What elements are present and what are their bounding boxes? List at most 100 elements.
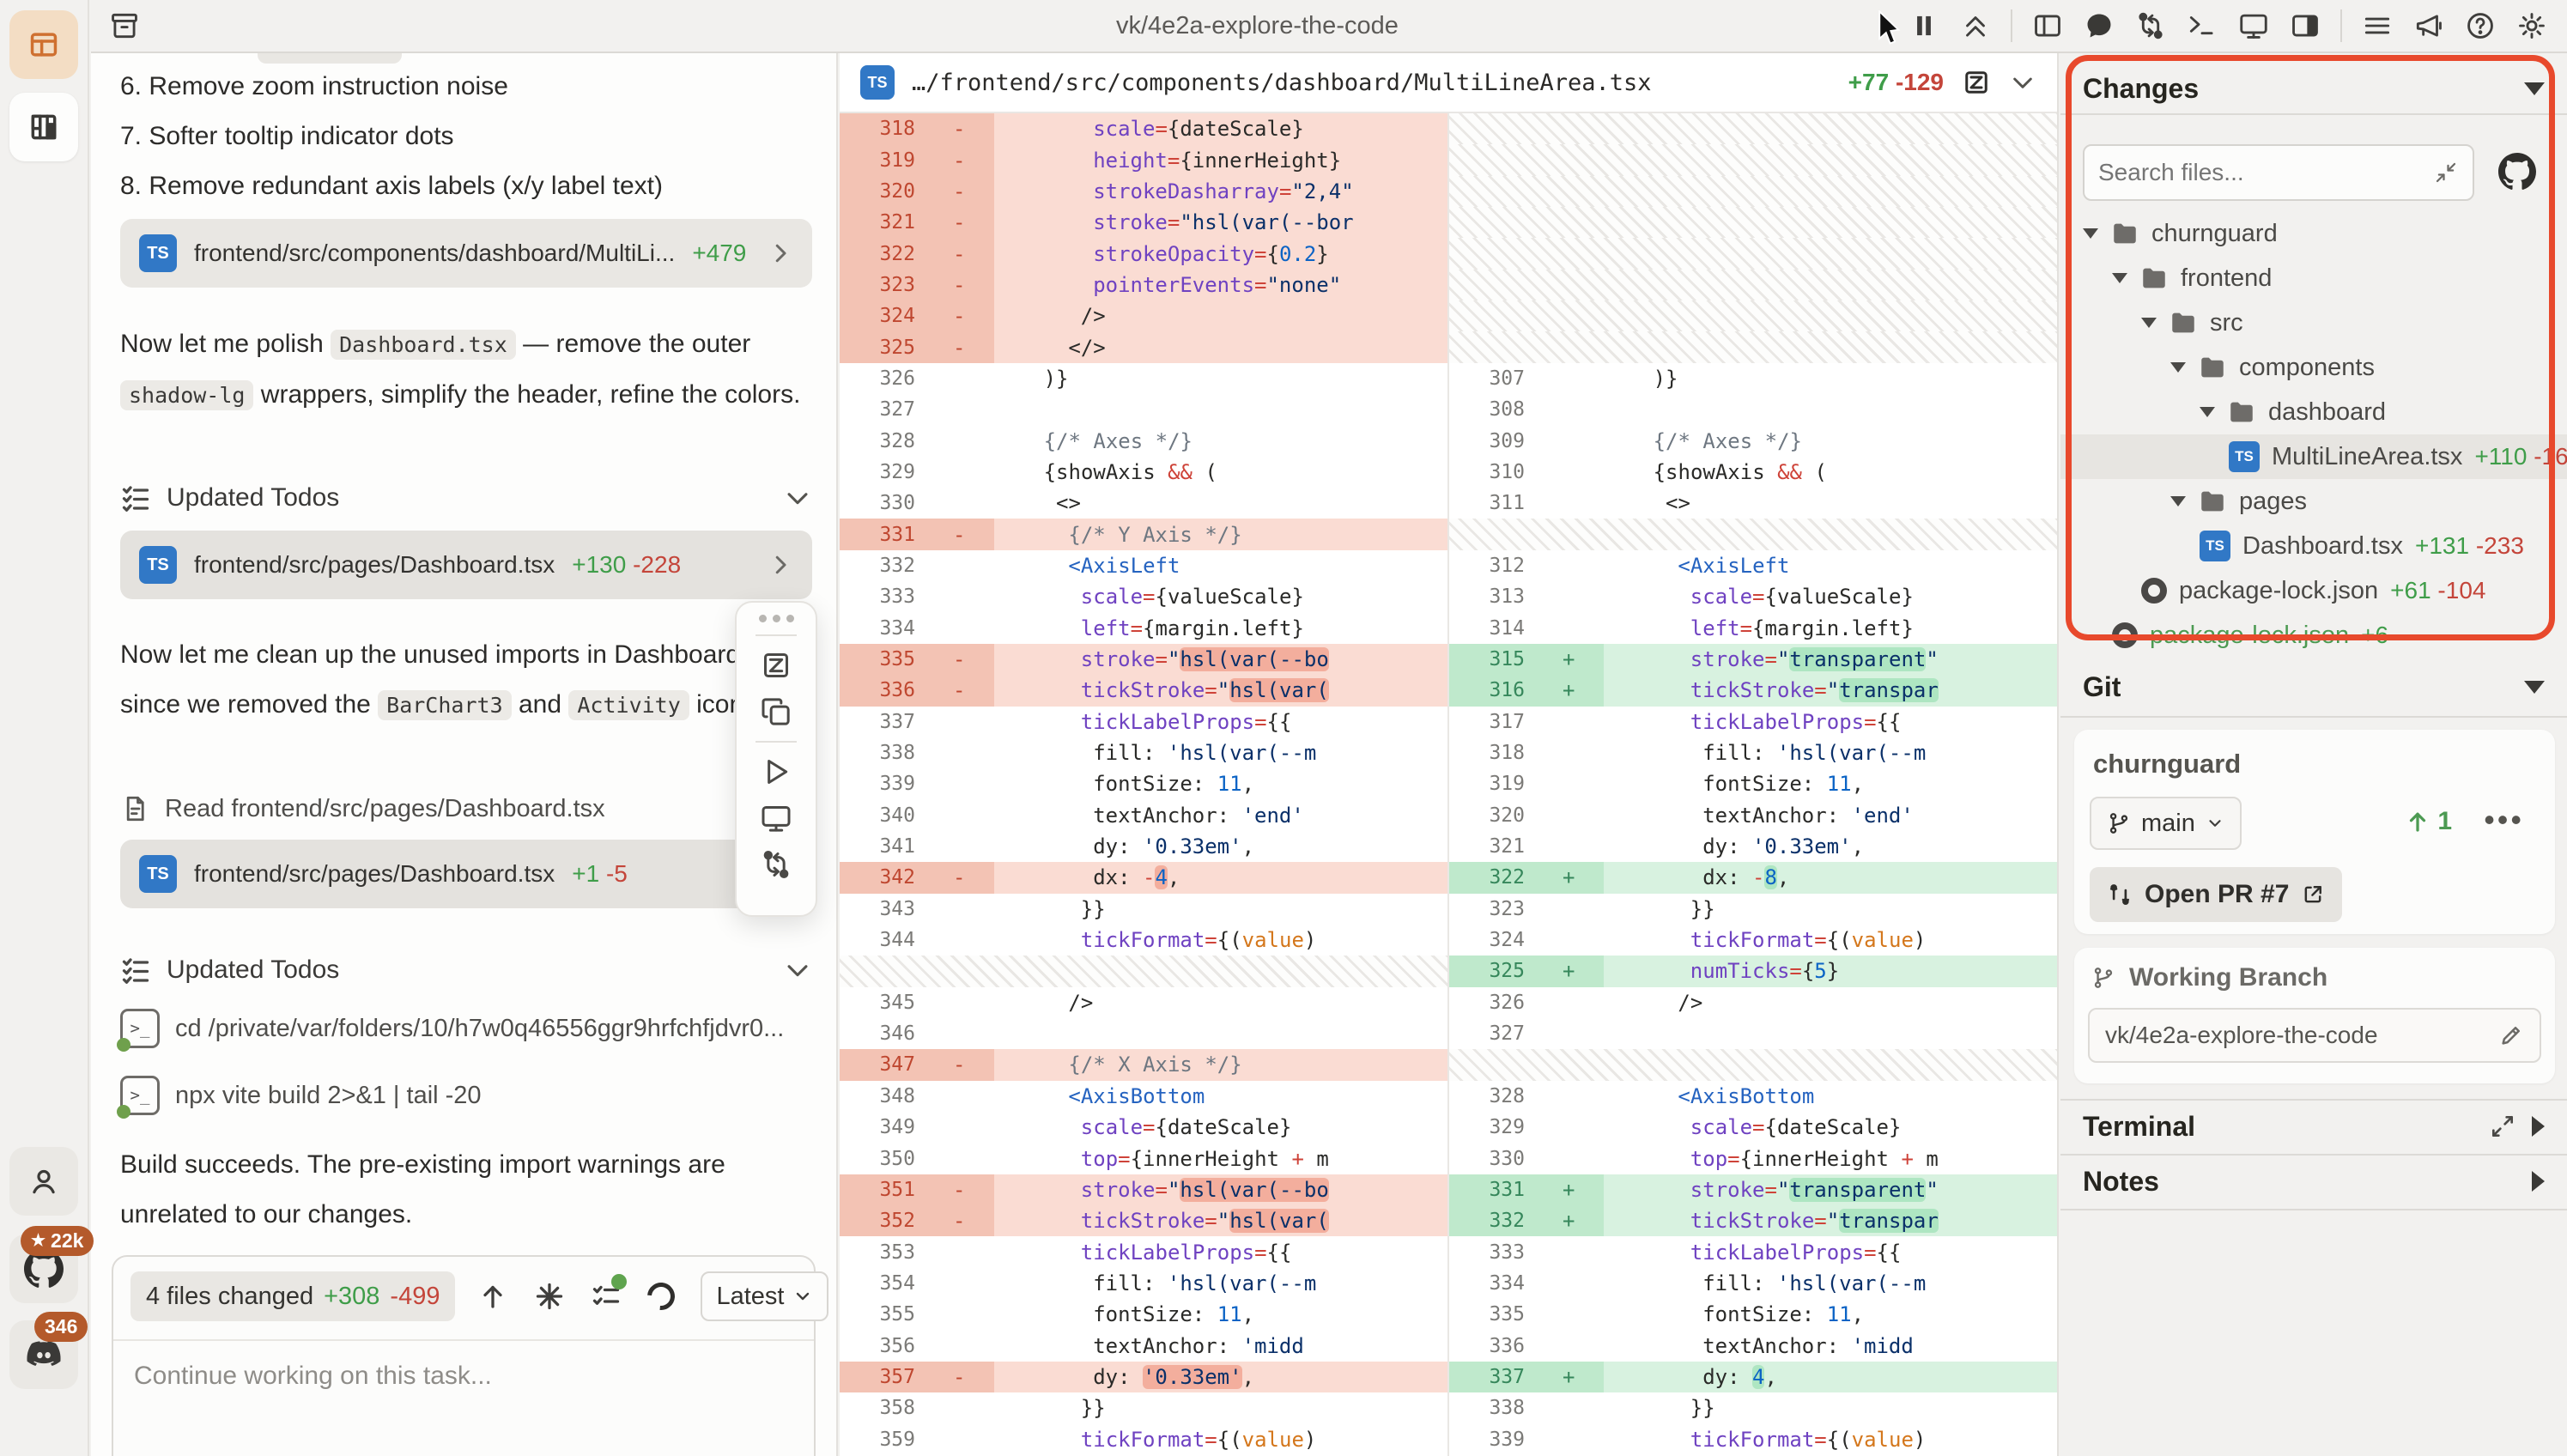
- branch-dropdown[interactable]: main: [2090, 797, 2242, 850]
- expand-arrow-icon: [2112, 273, 2127, 283]
- diff-new-column: 307)}308309{/* Axes */}310{showAxis && (…: [1449, 113, 2057, 1456]
- message-input[interactable]: Continue working on this task...: [134, 1362, 492, 1391]
- git-section-header[interactable]: Git: [2060, 663, 2567, 711]
- diff-line: 325-</>: [840, 331, 1447, 362]
- version-dropdown[interactable]: Latest: [701, 1271, 828, 1321]
- diff-line: 339tickFormat={(value): [1449, 1423, 2057, 1454]
- tree-item-src[interactable]: src: [2060, 300, 2567, 345]
- updated-todos-row[interactable]: Updated Todos: [120, 474, 812, 522]
- diff-line: 350top={innerHeight + m: [840, 1143, 1447, 1174]
- diff-line: 310{showAxis && (: [1449, 457, 2057, 488]
- left-rail: ★22k 346: [0, 0, 89, 1456]
- diff-line: 319fontSize: 11,: [1449, 768, 2057, 799]
- kanban-view-button[interactable]: [9, 93, 78, 161]
- burst-icon[interactable]: [534, 1281, 565, 1312]
- todos-indicator[interactable]: [591, 1281, 622, 1312]
- tree-item-pages[interactable]: pages: [2060, 479, 2567, 524]
- notes-section-header[interactable]: Notes: [2060, 1157, 2567, 1205]
- tree-item-components[interactable]: components: [2060, 345, 2567, 390]
- expand-icon[interactable]: [2489, 1113, 2516, 1140]
- diff-stamp-icon[interactable]: [1961, 67, 1992, 98]
- panel-left-icon[interactable]: [2031, 9, 2064, 42]
- open-pr-button[interactable]: Open PR #7: [2090, 867, 2342, 922]
- inline-code: Dashboard.tsx: [331, 330, 516, 360]
- chevron-down-icon[interactable]: [783, 483, 812, 513]
- pr-compare-icon: [2107, 882, 2133, 907]
- diff-line: 329{showAxis && (: [840, 457, 1447, 488]
- menu-icon[interactable]: [2361, 9, 2394, 42]
- terminal-command-row[interactable]: >_ cd /private/var/folders/10/h7w0q46556…: [120, 1004, 812, 1053]
- git-compare-icon[interactable]: [759, 847, 793, 882]
- file-path: frontend/src/components/dashboard/MultiL…: [194, 240, 675, 267]
- pencil-icon[interactable]: [2498, 1022, 2524, 1048]
- diff-file-path: …/frontend/src/components/dashboard/Mult…: [912, 70, 1652, 96]
- collapse-tree-icon[interactable]: [2433, 160, 2459, 185]
- diff-line: [1449, 176, 2057, 207]
- tree-item-dashboard-tsx[interactable]: TSDashboard.tsx+131 -233: [2060, 524, 2567, 568]
- collapse-up-icon[interactable]: [1959, 9, 1992, 42]
- pause-icon[interactable]: [1908, 9, 1940, 42]
- diff-line: 318fill: 'hsl(var(--m: [1449, 737, 2057, 768]
- git-compare-icon[interactable]: [2134, 9, 2167, 42]
- working-branch-field[interactable]: vk/4e2a-explore-the-code: [2088, 1008, 2541, 1063]
- chevron-down-icon: [792, 1286, 813, 1307]
- search-input[interactable]: [2098, 159, 2433, 186]
- chevron-right-icon: [768, 552, 793, 578]
- tree-item-frontend[interactable]: frontend: [2060, 256, 2567, 300]
- typescript-icon: TS: [860, 65, 895, 100]
- workspace-layout-button[interactable]: [9, 10, 78, 79]
- file-change-chip[interactable]: TS frontend/src/components/dashboard/Mul…: [120, 219, 812, 288]
- megaphone-icon[interactable]: [2412, 9, 2445, 42]
- tree-item-package-lock-json[interactable]: package-lock.json+6: [2060, 613, 2567, 658]
- tree-item-dashboard[interactable]: dashboard: [2060, 390, 2567, 434]
- account-button[interactable]: [9, 1147, 78, 1216]
- external-link-icon: [2301, 883, 2325, 907]
- chat-panel: 6. Remove zoom instruction noise 7. Soft…: [91, 53, 838, 1456]
- drag-handle-icon[interactable]: [759, 615, 794, 622]
- panel-right-icon[interactable]: [2289, 9, 2321, 42]
- diff-line: 332<AxisLeft: [840, 550, 1447, 581]
- more-menu[interactable]: •••: [2484, 802, 2524, 838]
- file-change-chip[interactable]: TS frontend/src/pages/Dashboard.tsx +1 -…: [120, 840, 812, 908]
- read-file-row[interactable]: Read frontend/src/pages/Dashboard.tsx: [120, 785, 812, 833]
- tree-item-churnguard[interactable]: churnguard: [2060, 211, 2567, 256]
- tree-item-multilinearea-tsx[interactable]: TSMultiLineArea.tsx+110 -162: [2060, 434, 2567, 479]
- diff-line: 315+stroke="transparent": [1449, 644, 2057, 675]
- github-icon[interactable]: [2498, 153, 2536, 191]
- file-search[interactable]: [2083, 144, 2474, 201]
- diff-line: 359tickFormat={(value): [840, 1423, 1447, 1454]
- scroll-up-icon[interactable]: [477, 1281, 508, 1312]
- spinner-icon: [642, 1277, 681, 1315]
- settings-icon[interactable]: [2515, 9, 2548, 42]
- archive-icon[interactable]: [108, 9, 141, 42]
- copy-icon[interactable]: [759, 695, 793, 729]
- file-name: src: [2210, 309, 2243, 337]
- file-change-chip[interactable]: TS frontend/src/pages/Dashboard.tsx +130…: [120, 531, 812, 599]
- diff-stamp-icon[interactable]: [759, 648, 793, 682]
- diff-line: 324-/>: [840, 300, 1447, 331]
- changes-section-header[interactable]: Changes: [2060, 64, 2567, 113]
- status-dot: [117, 1038, 130, 1052]
- monitor-icon[interactable]: [2237, 9, 2270, 42]
- updated-todos-row[interactable]: Updated Todos: [120, 946, 812, 994]
- diff-line: 354fill: 'hsl(var(--m: [840, 1268, 1447, 1299]
- chevron-down-icon[interactable]: [783, 956, 812, 985]
- files-changed-chip[interactable]: 4 files changed +308 -499: [130, 1271, 455, 1321]
- folder-icon: [2169, 308, 2198, 337]
- diff-line: [1449, 519, 2057, 549]
- diff-line: [840, 956, 1447, 986]
- file-name: dashboard: [2268, 398, 2386, 427]
- tree-item-package-lock-json[interactable]: package-lock.json+61 -104: [2060, 568, 2567, 613]
- terminal-icon[interactable]: [2186, 9, 2218, 42]
- run-icon[interactable]: [759, 755, 793, 789]
- chat-bubble-icon[interactable]: [2083, 9, 2115, 42]
- chevron-down-icon[interactable]: [2009, 69, 2036, 96]
- diff-line: 353tickLabelProps={{: [840, 1236, 1447, 1267]
- terminal-command-row[interactable]: >_ npx vite build 2>&1 | tail -20: [120, 1071, 812, 1119]
- terminal-section-header[interactable]: Terminal: [2060, 1102, 2567, 1150]
- preview-monitor-icon[interactable]: [759, 801, 793, 835]
- document-icon: [120, 794, 149, 823]
- help-icon[interactable]: [2464, 9, 2497, 42]
- additions-count: +479: [692, 240, 746, 267]
- diff-old-column: 318-scale={dateScale}319-height={innerHe…: [840, 113, 1447, 1456]
